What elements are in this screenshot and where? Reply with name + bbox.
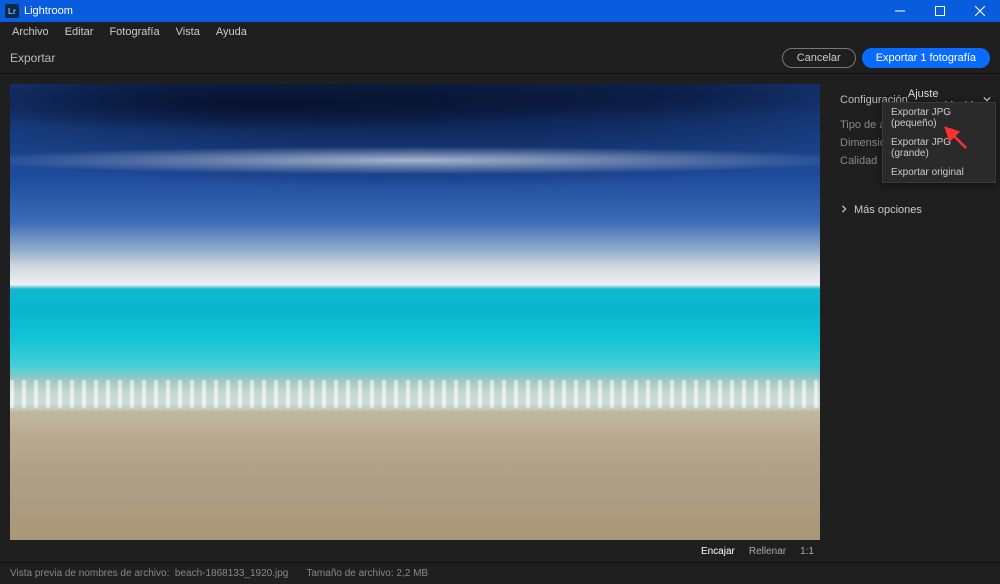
filename-preview-label: Vista previa de nombres de archivo:: [10, 568, 169, 579]
preview-footer: Encajar Rellenar 1:1: [10, 540, 820, 562]
sidepanel: Configuración Ajuste preestablecido Tipo…: [830, 74, 1000, 562]
window-title: Lightroom: [24, 5, 880, 17]
maximize-button[interactable]: [920, 0, 960, 22]
menu-vista[interactable]: Vista: [168, 26, 208, 38]
minimize-button[interactable]: [880, 0, 920, 22]
filename-preview-value: beach-1868133_1920.jpg: [175, 568, 288, 579]
filesize-value: 2,2 MB: [396, 568, 428, 579]
chevron-right-icon: [840, 204, 848, 216]
preview-pane: Encajar Rellenar 1:1: [0, 74, 830, 562]
fill-toggle[interactable]: Rellenar: [749, 546, 786, 557]
menu-editar[interactable]: Editar: [57, 26, 102, 38]
menu-archivo[interactable]: Archivo: [4, 26, 57, 38]
menu-ayuda[interactable]: Ayuda: [208, 26, 255, 38]
statusbar: Vista previa de nombres de archivo: beac…: [0, 562, 1000, 584]
menu-fotografia[interactable]: Fotografía: [101, 26, 167, 38]
preset-option-original[interactable]: Exportar original: [883, 163, 995, 182]
preset-option-small[interactable]: Exportar JPG (pequeño): [883, 103, 995, 133]
content: Encajar Rellenar 1:1 Configuración Ajust…: [0, 74, 1000, 562]
titlebar: Lr Lightroom: [0, 0, 1000, 22]
calidad-label: Calidad: [840, 155, 877, 167]
page-title: Exportar: [10, 51, 55, 65]
menubar: Archivo Editar Fotografía Vista Ayuda: [0, 22, 1000, 42]
fit-toggle[interactable]: Encajar: [701, 546, 735, 557]
preset-option-large[interactable]: Exportar JPG (grande): [883, 133, 995, 163]
more-options-label: Más opciones: [854, 204, 922, 216]
preview-image[interactable]: [10, 84, 820, 540]
more-options-row[interactable]: Más opciones: [830, 198, 1000, 222]
preset-dropdown: Exportar JPG (pequeño) Exportar JPG (gra…: [882, 102, 996, 183]
cancel-button[interactable]: Cancelar: [782, 48, 856, 68]
filesize-label: Tamaño de archivo:: [306, 568, 393, 579]
toolbar: Exportar Cancelar Exportar 1 fotografía: [0, 42, 1000, 74]
app-icon: Lr: [5, 4, 19, 18]
window-controls: [880, 0, 1000, 22]
ratio-toggle[interactable]: 1:1: [800, 546, 814, 557]
export-button[interactable]: Exportar 1 fotografía: [862, 48, 990, 68]
close-button[interactable]: [960, 0, 1000, 22]
